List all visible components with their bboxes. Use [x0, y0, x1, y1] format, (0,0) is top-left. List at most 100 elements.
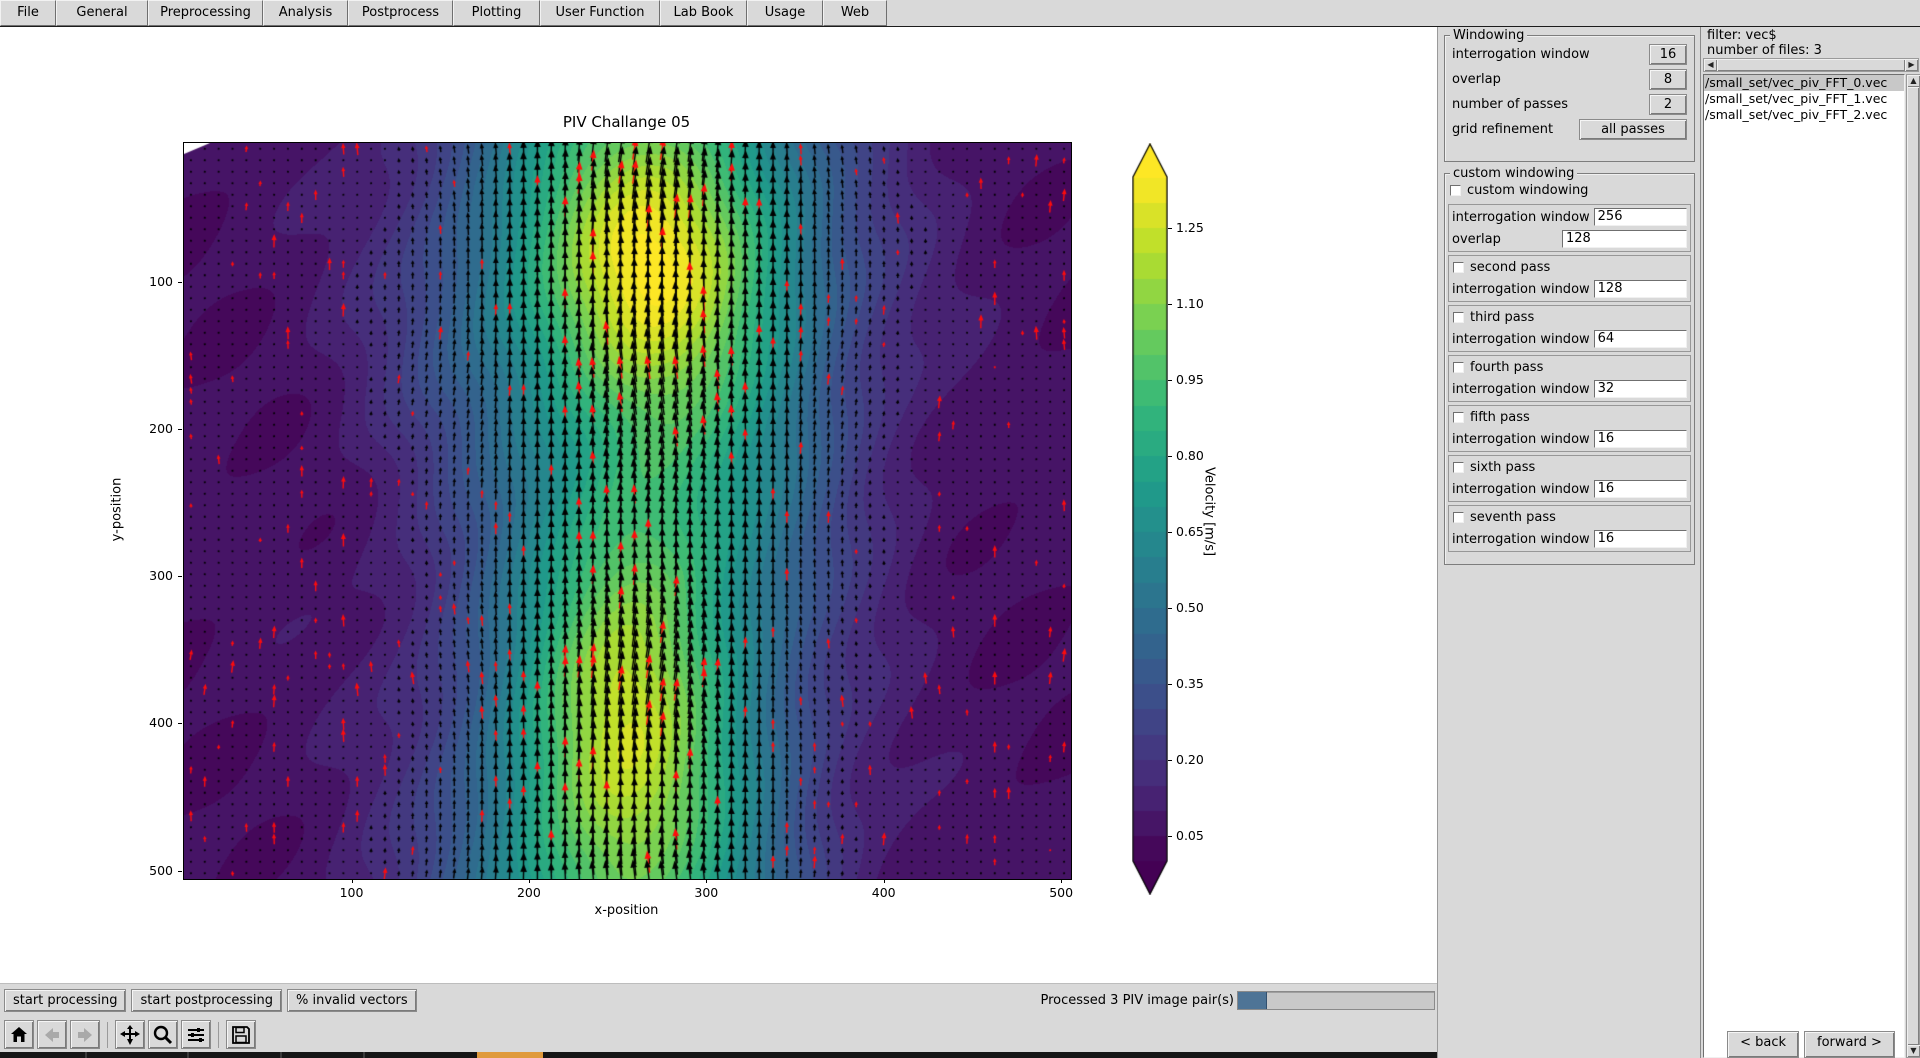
y-axis-label: y-position [109, 477, 125, 542]
y-tick-label: 200 [149, 421, 173, 437]
overlap-select[interactable]: 8 [1649, 69, 1687, 90]
x-tick-mark [883, 879, 885, 883]
custom-windowing-checkbox[interactable] [1450, 185, 1461, 196]
bottom-bar: start processing start postprocessing % … [0, 983, 1437, 1052]
file-list-vscrollbar[interactable]: ▲ ▼ [1906, 74, 1920, 1058]
invalid-vectors-button[interactable]: % invalid vectors [287, 989, 417, 1012]
menu-item-analysis[interactable]: Analysis [263, 0, 348, 26]
menu-item-file[interactable]: File [0, 0, 56, 26]
taskbar-segment[interactable] [85, 1052, 87, 1058]
menu-item-usage[interactable]: Usage [747, 0, 823, 26]
configure-subplots-icon[interactable] [181, 1020, 211, 1049]
cw-overlap-entry[interactable]: 128 [1562, 230, 1687, 248]
sixth-pass-checkbox[interactable] [1453, 462, 1464, 473]
seventh-pass-checkbox[interactable] [1453, 512, 1464, 523]
x-tick-label: 100 [339, 885, 364, 900]
third-pass-section: third pass interrogation window 64 [1448, 305, 1691, 352]
scroll-left-icon[interactable]: ◀ [1704, 59, 1717, 71]
y-tick-mark [178, 870, 182, 872]
file-list-item[interactable]: /small_set/vec_piv_FFT_1.vec [1704, 91, 1904, 107]
menu-item-postprocess[interactable]: Postprocess [348, 0, 453, 26]
zoom-icon[interactable] [148, 1020, 178, 1049]
third-pass-window-entry[interactable]: 64 [1593, 330, 1687, 348]
start-postprocessing-button[interactable]: start postprocessing [131, 989, 283, 1012]
back-icon[interactable] [37, 1020, 67, 1049]
cw-interrogation-window-entry[interactable]: 256 [1593, 208, 1687, 226]
third-pass-label: third pass [1470, 310, 1535, 325]
taskbar-segment[interactable] [280, 1052, 282, 1058]
fourth-pass-window-entry[interactable]: 32 [1593, 380, 1687, 398]
second-pass-window-entry[interactable]: 128 [1593, 280, 1687, 298]
colorbar-tick-mark [1168, 303, 1172, 305]
number-of-passes-select[interactable]: 2 [1649, 94, 1687, 115]
save-icon[interactable] [226, 1020, 256, 1049]
seventh-pass-window-entry[interactable]: 16 [1593, 530, 1687, 548]
file-count-text: number of files: 3 [1707, 43, 1822, 58]
taskbar-segment[interactable] [363, 1052, 365, 1058]
custom-windowing-checkbox-label: custom windowing [1467, 183, 1589, 198]
processing-buttons: start processing start postprocessing % … [4, 989, 417, 1012]
colorbar-tick-label: 0.05 [1176, 827, 1204, 843]
x-axis-label: x-position [594, 903, 659, 918]
pan-icon[interactable] [115, 1020, 145, 1049]
fourth-pass-checkbox[interactable] [1453, 362, 1464, 373]
y-tick-mark [178, 281, 182, 283]
x-tick-mark [706, 879, 708, 883]
fifth-pass-window-entry[interactable]: 16 [1593, 430, 1687, 448]
menu-item-web[interactable]: Web [823, 0, 887, 26]
colorbar-tick-label: 0.65 [1176, 523, 1204, 539]
taskbar-segment[interactable] [187, 1052, 189, 1058]
colorbar-tick-label: 0.95 [1176, 371, 1204, 387]
fourth-pass-window-label: interrogation window [1452, 381, 1590, 397]
file-listbox[interactable]: /small_set/vec_piv_FFT_0.vec /small_set/… [1703, 74, 1905, 1058]
hscroll-thumb[interactable] [1717, 59, 1905, 71]
home-icon[interactable] [4, 1020, 34, 1049]
colorbar-tick-mark [1168, 683, 1172, 685]
matplotlib-toolbar [4, 1020, 256, 1049]
menu-item-plotting[interactable]: Plotting [453, 0, 540, 26]
fourth-pass-section: fourth pass interrogation window 32 [1448, 355, 1691, 402]
file-list-hscrollbar[interactable]: ◀ ▶ [1703, 58, 1919, 72]
file-list-item[interactable]: /small_set/vec_piv_FFT_2.vec [1704, 107, 1904, 123]
colorbar-label: Velocity [m/s] [1201, 466, 1217, 557]
vscroll-thumb[interactable] [1907, 87, 1919, 1045]
taskbar-active-segment[interactable] [477, 1052, 543, 1058]
third-pass-window-label: interrogation window [1452, 331, 1590, 347]
plot-title: PIV Challange 05 [562, 113, 691, 131]
custom-windowing-group: custom windowing custom windowing interr… [1444, 166, 1695, 565]
seventh-pass-section: seventh pass interrogation window 16 [1448, 505, 1691, 552]
custom-windowing-first-section: interrogation window 256 overlap 128 [1448, 204, 1691, 252]
menu-item-preprocessing[interactable]: Preprocessing [148, 0, 263, 26]
seventh-pass-label: seventh pass [1470, 510, 1556, 525]
menu-item-general[interactable]: General [56, 0, 148, 26]
scroll-up-icon[interactable]: ▲ [1907, 75, 1920, 87]
toolbar-separator [107, 1021, 108, 1048]
forward-icon[interactable] [70, 1020, 100, 1049]
menu-item-lab-book[interactable]: Lab Book [660, 0, 747, 26]
sixth-pass-window-label: interrogation window [1452, 481, 1590, 497]
sixth-pass-window-entry[interactable]: 16 [1593, 480, 1687, 498]
x-tick-mark [351, 879, 353, 883]
seventh-pass-window-label: interrogation window [1452, 531, 1590, 547]
file-list-item[interactable]: /small_set/vec_piv_FFT_0.vec [1704, 75, 1904, 91]
third-pass-checkbox[interactable] [1453, 312, 1464, 323]
fifth-pass-checkbox[interactable] [1453, 412, 1464, 423]
second-pass-window-label: interrogation window [1452, 281, 1590, 297]
second-pass-label: second pass [1470, 260, 1551, 275]
grid-refinement-select[interactable]: all passes [1579, 119, 1687, 140]
velocity-field-canvas[interactable] [183, 142, 1072, 880]
menu-item-user-function[interactable]: User Function [540, 0, 660, 26]
interrogation-window-select[interactable]: 16 [1649, 44, 1687, 65]
windowing-panel: Windowing interrogation window 16 overla… [1437, 27, 1700, 1058]
scroll-right-icon[interactable]: ▶ [1905, 59, 1918, 71]
back-button[interactable]: < back [1727, 1031, 1800, 1058]
x-tick-label: 200 [516, 885, 541, 900]
sixth-pass-label: sixth pass [1470, 460, 1536, 475]
forward-button[interactable]: forward > [1804, 1031, 1895, 1058]
start-processing-button[interactable]: start processing [4, 989, 127, 1012]
colorbar-tick-mark [1168, 607, 1172, 609]
fifth-pass-label: fifth pass [1470, 410, 1530, 425]
y-tick-mark [178, 576, 182, 578]
colorbar-tick-mark [1168, 835, 1172, 837]
second-pass-checkbox[interactable] [1453, 262, 1464, 273]
